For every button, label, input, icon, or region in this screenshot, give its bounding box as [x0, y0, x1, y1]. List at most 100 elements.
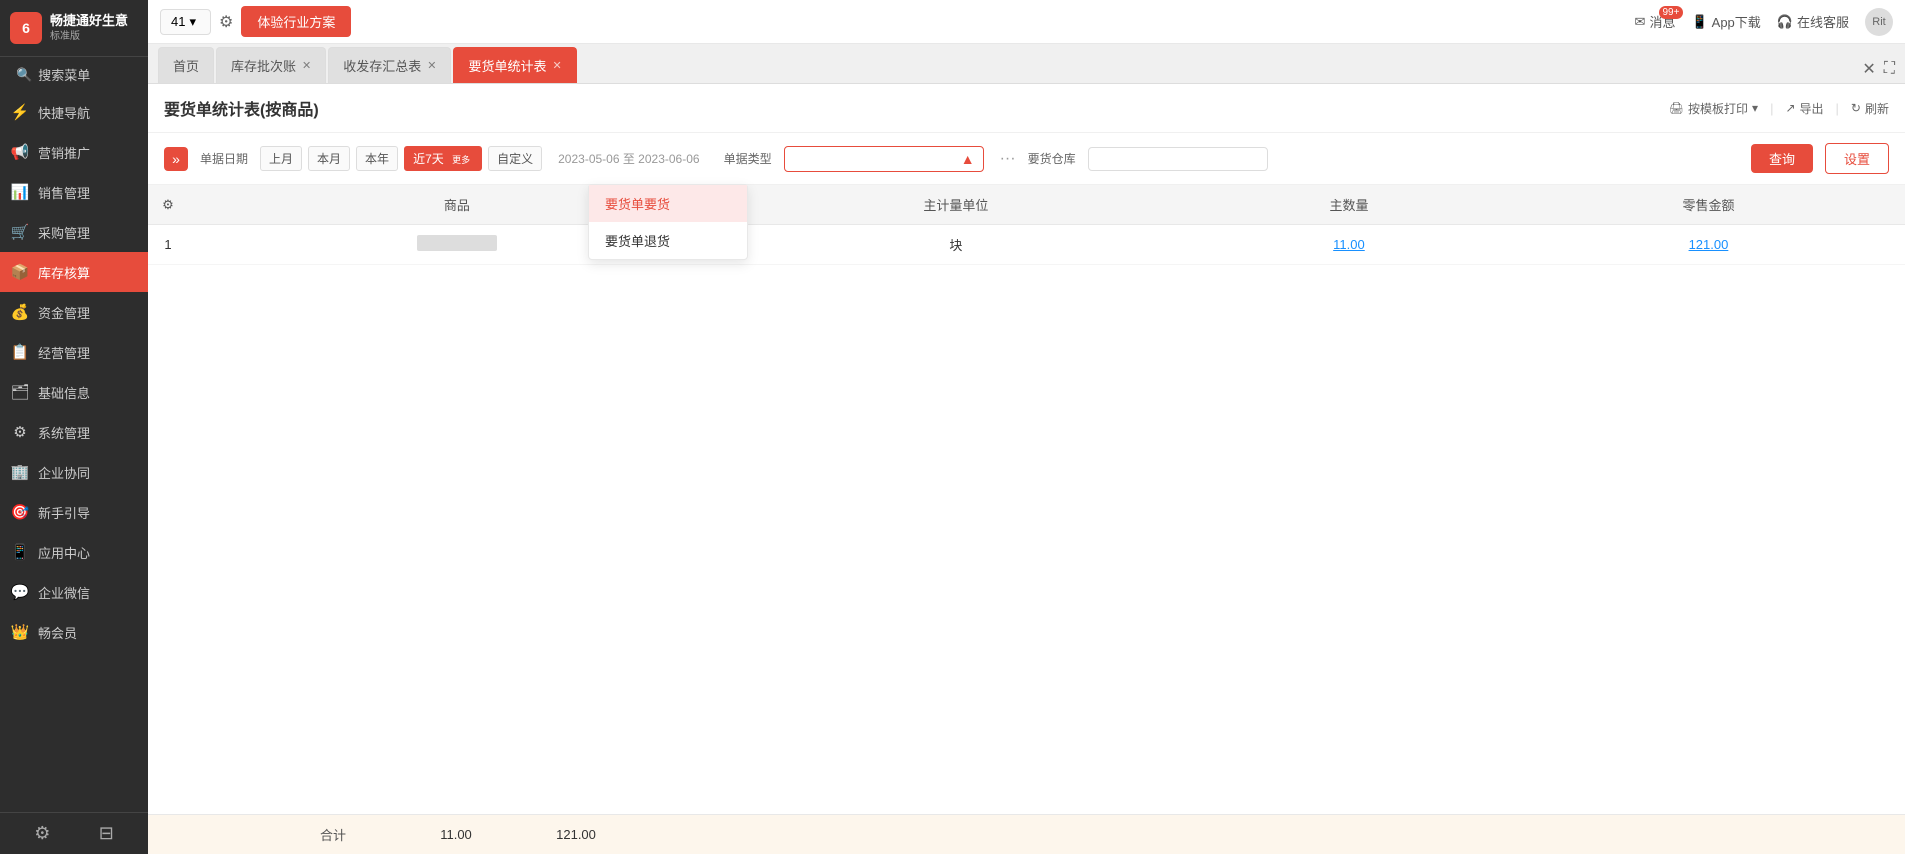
purchase-icon: 🛒	[10, 222, 30, 242]
sidebar-item-guide[interactable]: 🎯 新手引导	[0, 492, 148, 532]
app-logo-icon: 6	[10, 12, 42, 44]
filter-type-input[interactable]	[793, 152, 961, 166]
operations-icon: 📋	[10, 342, 30, 362]
message-badge: 99+	[1659, 6, 1684, 19]
topbar-left: 41 ▾ ⚙ 体验行业方案	[160, 6, 351, 37]
finance-icon: 💰	[10, 302, 30, 322]
type-chevron-up-icon[interactable]: ▲	[961, 151, 975, 167]
sidebar-item-basic[interactable]: 🗂 基础信息	[0, 372, 148, 412]
collapse-sidebar-btn[interactable]: ⊟	[99, 823, 114, 844]
tabs-extra-actions: ✕ ⛶	[1862, 59, 1895, 83]
th-settings[interactable]: ⚙	[148, 185, 188, 225]
sidebar-item-sales[interactable]: 📊 销售管理	[0, 172, 148, 212]
app-download-button[interactable]: 📱 App下载	[1691, 12, 1760, 31]
date-btn-last-month[interactable]: 上月	[260, 146, 302, 171]
tab-close-icon[interactable]: ✕	[553, 59, 562, 72]
tab-close-icon[interactable]: ✕	[302, 59, 311, 72]
export-btn[interactable]: ↗ 导出	[1785, 100, 1823, 117]
table-footer: 合计 11.00 121.00	[148, 814, 1905, 854]
promo-button[interactable]: 体验行业方案	[241, 6, 351, 37]
sales-icon: 📊	[10, 182, 30, 202]
footer-values: 11.00 121.00	[346, 827, 626, 842]
table-row: 1 块 11.00 121.00	[148, 225, 1905, 265]
sidebar-item-label: 系统管理	[38, 423, 90, 442]
sidebar-item-purchase[interactable]: 🛒 采购管理	[0, 212, 148, 252]
system-icon: ⚙	[10, 422, 30, 442]
sidebar-item-operations[interactable]: 📋 经营管理	[0, 332, 148, 372]
cell-amount[interactable]: 121.00	[1512, 225, 1905, 265]
sidebar-item-system[interactable]: ⚙ 系统管理	[0, 412, 148, 452]
tab-inventory-batch[interactable]: 库存批次账 ✕	[216, 47, 326, 83]
basic-icon: 🗂	[10, 382, 30, 402]
filter-type-input-wrapper[interactable]: ▲	[784, 146, 984, 172]
query-button[interactable]: 查询	[1751, 144, 1813, 173]
tab-receivable[interactable]: 收发存汇总表 ✕	[328, 47, 451, 83]
filter-type-label: 单据类型	[724, 150, 772, 167]
sidebar-item-label: 资金管理	[38, 303, 90, 322]
company-selector[interactable]: 41 ▾	[160, 9, 211, 35]
sidebar-item-vip[interactable]: 👑 畅会员	[0, 612, 148, 652]
settings-button[interactable]: 设置	[1825, 143, 1889, 174]
refresh-label: 刷新	[1865, 100, 1889, 117]
sidebar-item-label: 快捷导航	[38, 103, 90, 122]
marketing-icon: 📢	[10, 142, 30, 162]
date-btn-this-year[interactable]: 本年	[356, 146, 398, 171]
sidebar-search[interactable]: 🔍 搜索菜单	[0, 57, 148, 92]
online-service-button[interactable]: 🎧 在线客服	[1777, 12, 1849, 31]
sidebar-logo: 6 畅捷通好生意 标准版	[0, 0, 148, 57]
cell-unit: 块	[726, 225, 1186, 265]
filter-expand-btn[interactable]: »	[164, 147, 188, 171]
print-chevron-icon[interactable]: ▾	[1752, 101, 1758, 115]
sidebar-item-label: 营销推广	[38, 143, 90, 162]
sidebar-item-app-center[interactable]: 📱 应用中心	[0, 532, 148, 572]
footer-quantity: 11.00	[406, 827, 506, 842]
sidebar-item-label: 企业协同	[38, 463, 90, 482]
date-btn-custom[interactable]: 自定义	[488, 146, 542, 171]
main-content: 41 ▾ ⚙ 体验行业方案 ✉ 消息 99+ 📱 App下载 🎧 在线客服 Ri…	[148, 0, 1905, 854]
filter-warehouse-input-wrapper[interactable]	[1088, 147, 1268, 171]
tab-home[interactable]: 首页	[158, 47, 214, 83]
avatar[interactable]: Rit	[1865, 8, 1893, 36]
wechat-icon: 💬	[10, 582, 30, 602]
export-icon: ↗	[1785, 101, 1795, 115]
table-container: ⚙ 商品 主计量单位 主数量 零售金额 1 块	[148, 185, 1905, 814]
sidebar-item-quick-nav[interactable]: ⚡ 快捷导航	[0, 92, 148, 132]
page-area: 要货单统计表(按商品) 🖨 按模板打印 ▾ | ↗ 导出 | ↻ 刷新	[148, 84, 1905, 854]
app-brand-text: 畅捷通好生意 标准版	[50, 13, 128, 43]
sidebar-item-finance[interactable]: 💰 资金管理	[0, 292, 148, 332]
sidebar: 6 畅捷通好生意 标准版 🔍 搜索菜单 ⚡ 快捷导航 📢 营销推广 📊 销售管理…	[0, 0, 148, 854]
sidebar-nav-scroll: ⚡ 快捷导航 📢 营销推广 📊 销售管理 🛒 采购管理 📦 库存核算 💰 资金管…	[0, 92, 148, 812]
date-btn-this-month[interactable]: 本月	[308, 146, 350, 171]
topbar-gear-icon[interactable]: ⚙	[219, 12, 233, 32]
tab-inventory-batch-label: 库存批次账	[231, 56, 296, 75]
sidebar-item-wechat[interactable]: 💬 企业微信	[0, 572, 148, 612]
dropdown-item-requisition-return[interactable]: 要货单退货	[589, 222, 747, 259]
cell-quantity[interactable]: 11.00	[1186, 225, 1512, 265]
page-title: 要货单统计表(按商品)	[164, 96, 319, 120]
sidebar-search-label: 搜索菜单	[38, 65, 90, 84]
close-all-tabs-btn[interactable]: ✕	[1862, 59, 1875, 79]
message-icon: ✉	[1635, 14, 1646, 30]
filter-more-btn[interactable]: ···	[1000, 150, 1016, 168]
sidebar-item-marketing[interactable]: 📢 营销推广	[0, 132, 148, 172]
tab-close-icon[interactable]: ✕	[427, 59, 436, 72]
th-amount: 零售金额	[1512, 185, 1905, 225]
refresh-btn[interactable]: ↻ 刷新	[1851, 100, 1889, 117]
footer-amount: 121.00	[526, 827, 626, 842]
dropdown-item-requisition-order[interactable]: 要货单要货	[589, 185, 747, 222]
sidebar-item-label: 企业微信	[38, 583, 90, 602]
tab-requisition[interactable]: 要货单统计表 ✕	[453, 47, 576, 83]
date-btn-last7[interactable]: 近7天 更多	[404, 146, 482, 171]
sidebar-item-inventory[interactable]: 📦 库存核算	[0, 252, 148, 292]
message-button[interactable]: ✉ 消息 99+	[1635, 12, 1676, 31]
sidebar-item-enterprise[interactable]: 🏢 企业协同	[0, 452, 148, 492]
data-table: ⚙ 商品 主计量单位 主数量 零售金额 1 块	[148, 185, 1905, 265]
filter-date-buttons: 上月 本月 本年 近7天 更多 自定义	[260, 146, 542, 171]
maximize-btn[interactable]: ⛶	[1884, 60, 1895, 78]
tab-home-label: 首页	[173, 56, 199, 75]
settings-bottom-btn[interactable]: ⚙	[34, 823, 50, 844]
print-template-btn[interactable]: 🖨 按模板打印 ▾	[1669, 100, 1758, 117]
filter-date-range: 2023-05-06 至 2023-06-06	[558, 150, 699, 167]
filter-warehouse-input[interactable]	[1097, 152, 1259, 166]
th-quantity: 主数量	[1186, 185, 1512, 225]
